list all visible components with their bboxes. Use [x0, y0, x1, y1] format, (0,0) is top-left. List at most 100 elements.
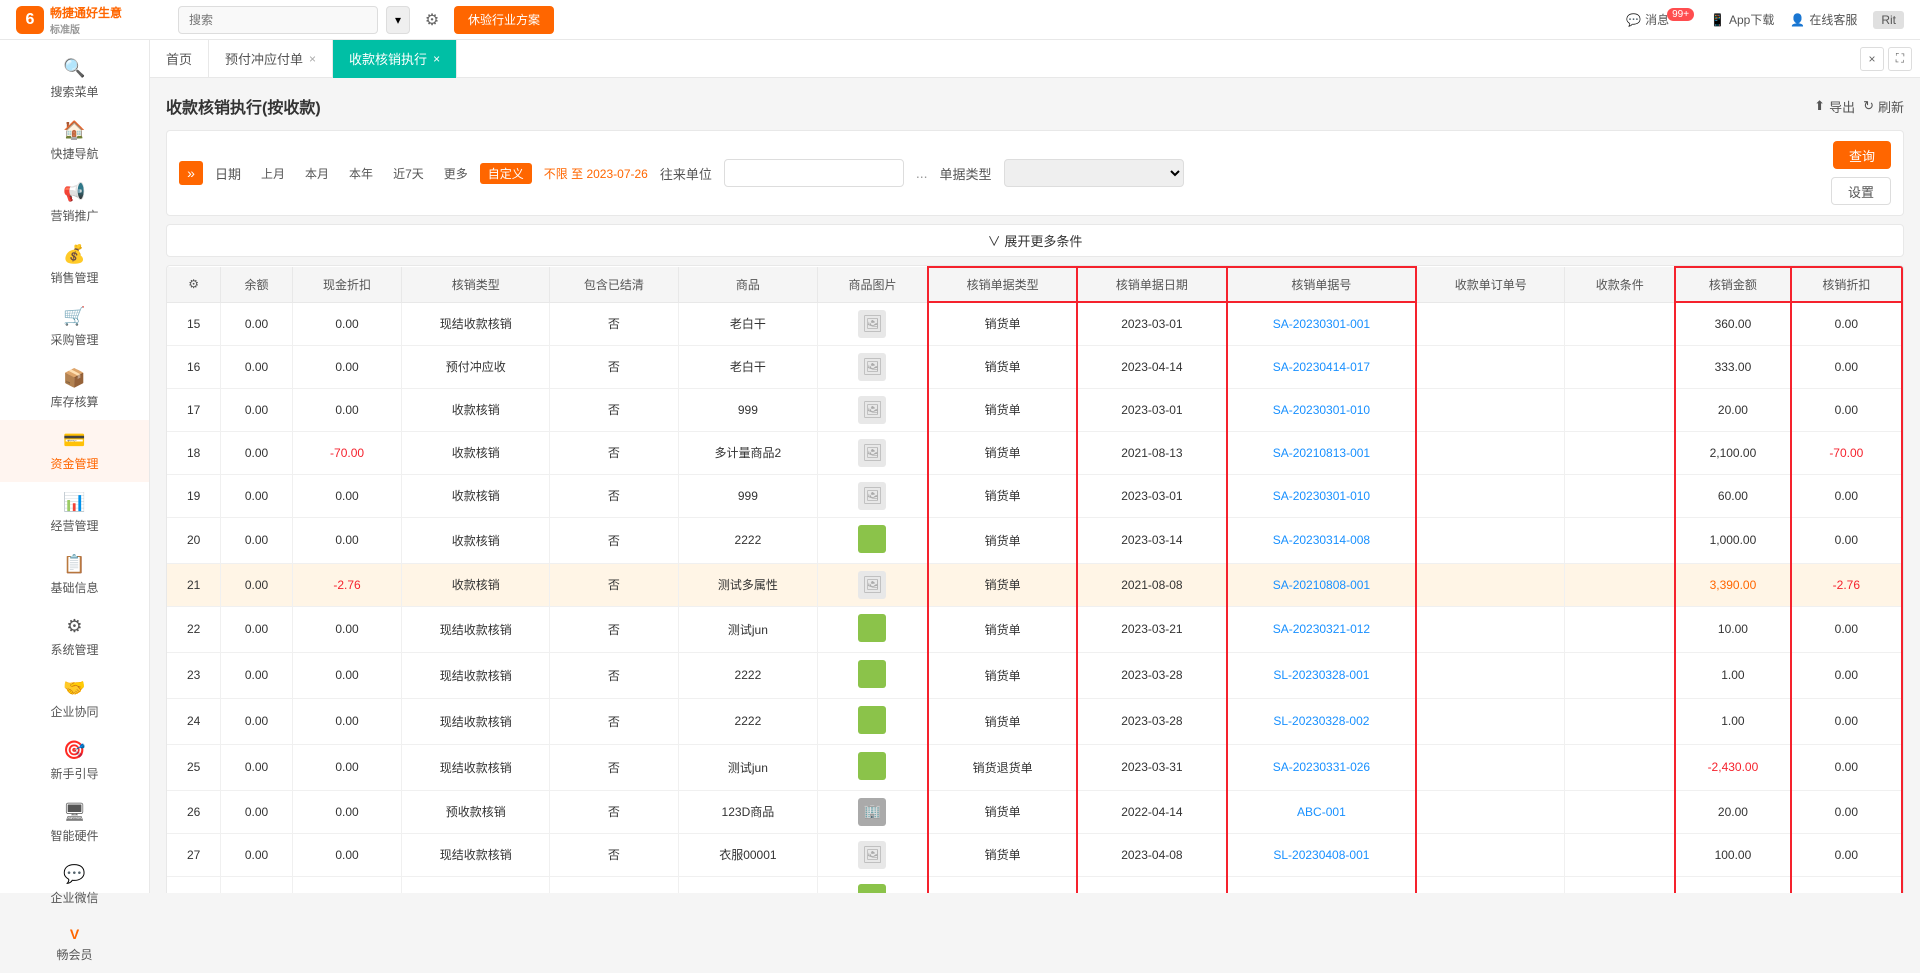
table-cell: 0.00: [221, 790, 292, 833]
app-download-btn[interactable]: 📱 App下载: [1710, 11, 1774, 28]
bill-no-cell[interactable]: SL-20230328-002: [1227, 698, 1417, 744]
bill-no-cell[interactable]: SA-20230331-026: [1227, 744, 1417, 790]
bill-no-link[interactable]: SL-20230328-002: [1273, 714, 1369, 728]
col-amount: 核销金额: [1675, 267, 1791, 302]
receipt-type-select[interactable]: [1004, 159, 1184, 187]
industry-btn[interactable]: 休验行业方案: [454, 6, 554, 34]
bill-no-link[interactable]: SA-20230301-010: [1273, 403, 1370, 417]
table-cell: [1416, 833, 1565, 876]
sidebar-item-collab[interactable]: 🤝 企业协同: [0, 668, 149, 730]
sidebar-item-system[interactable]: ⚙ 系统管理: [0, 606, 149, 668]
counter-unit-input[interactable]: [724, 159, 904, 187]
sidebar-item-operation[interactable]: 📊 经营管理: [0, 482, 149, 544]
table-cell: [1565, 790, 1675, 833]
sidebar-item-marketing[interactable]: 📢 营销推广: [0, 172, 149, 234]
user-name[interactable]: Rit: [1873, 11, 1904, 29]
bill-no-cell[interactable]: SA-20230301-001: [1227, 302, 1417, 345]
dropdown-btn[interactable]: ▾: [386, 6, 410, 34]
table-cell: 0.00: [221, 606, 292, 652]
col-settings[interactable]: ⚙: [167, 267, 221, 302]
bill-no-link[interactable]: SA-20230414-017: [1273, 360, 1370, 374]
bill-no-link[interactable]: ABC-001: [1297, 805, 1346, 819]
sidebar-item-purchase[interactable]: 🛒 采购管理: [0, 296, 149, 358]
sidebar-item-hardware[interactable]: 🖥 智能硬件: [0, 792, 149, 854]
expand-more-bar[interactable]: ∨ 展开更多条件: [166, 224, 1904, 257]
bill-no-cell[interactable]: SA-20230301-010: [1227, 474, 1417, 517]
bill-no-link[interactable]: SA-20230301-010: [1273, 489, 1370, 503]
bill-no-link[interactable]: SL-20230328-001: [1273, 668, 1369, 682]
bill-no-link[interactable]: SA-20230321-012: [1273, 622, 1370, 636]
tab-prepay-close[interactable]: ×: [309, 52, 316, 66]
bill-no-link[interactable]: SA-20230314-008: [1273, 533, 1370, 547]
bill-no-cell[interactable]: SL-20230418-001: [1227, 876, 1417, 893]
sidebar-item-wechat[interactable]: 💬 企业微信: [0, 854, 149, 916]
bill-no-link[interactable]: SA-20230331-026: [1273, 760, 1370, 774]
tab-prepay[interactable]: 预付冲应付单 ×: [209, 40, 333, 78]
bill-no-cell[interactable]: SA-20230414-017: [1227, 345, 1417, 388]
table-cell: [1565, 517, 1675, 563]
table-cell: [1565, 876, 1675, 893]
bill-no-link[interactable]: SA-20230301-001: [1273, 317, 1370, 331]
tab-receipt[interactable]: 收款核销执行 ×: [333, 40, 457, 78]
sidebar-item-finance[interactable]: 💳 资金管理: [0, 420, 149, 482]
table-cell: 否: [550, 517, 679, 563]
date-btn-7days[interactable]: 近7天: [385, 163, 432, 184]
amount-cell: 1,000.00: [1675, 517, 1791, 563]
tab-home[interactable]: 首页: [150, 40, 209, 78]
bill-no-link[interactable]: SA-20210813-001: [1273, 446, 1370, 460]
sidebar-item-guide[interactable]: 🎯 新手引导: [0, 730, 149, 792]
bill-no-cell[interactable]: ABC-001: [1227, 790, 1417, 833]
table-row: 150.000.00现结收款核销否老白干🖼销货单2023-03-01SA-202…: [167, 302, 1902, 345]
bill-no-cell[interactable]: SA-20230314-008: [1227, 517, 1417, 563]
dots-icon[interactable]: ...: [916, 165, 928, 181]
tab-close-btn[interactable]: ×: [1860, 47, 1884, 71]
table-cell: 23: [167, 652, 221, 698]
sidebar-item-member[interactable]: V 畅会员: [0, 916, 149, 973]
refresh-btn[interactable]: ↻ 刷新: [1863, 97, 1904, 116]
bill-no-cell[interactable]: SL-20230408-001: [1227, 833, 1417, 876]
bill-no-cell[interactable]: SA-20230301-010: [1227, 388, 1417, 431]
gear-icon[interactable]: ⚙: [418, 6, 446, 34]
bill-no-cell[interactable]: SA-20230321-012: [1227, 606, 1417, 652]
tab-receipt-close[interactable]: ×: [433, 52, 440, 66]
discount-cell: 0.00: [1791, 606, 1902, 652]
filter-expand-btn[interactable]: »: [179, 161, 203, 185]
online-service-btn[interactable]: 👤 在线客服: [1790, 11, 1857, 28]
bill-no-link[interactable]: SA-20210808-001: [1273, 578, 1370, 592]
date-btn-custom[interactable]: 自定义: [480, 163, 532, 184]
sidebar-item-nav[interactable]: 🏠 快捷导航: [0, 110, 149, 172]
sidebar-item-search[interactable]: 🔍 搜索菜单: [0, 48, 149, 110]
tab-expand-btn[interactable]: ⛶: [1888, 47, 1912, 71]
sidebar-item-sales[interactable]: 💰 销售管理: [0, 234, 149, 296]
goods-img-cell: [818, 517, 928, 563]
sidebar-item-basic[interactable]: 📋 基础信息: [0, 544, 149, 606]
settings-btn[interactable]: 设置: [1831, 177, 1891, 205]
table-cell: 0.00: [221, 345, 292, 388]
query-btn[interactable]: 查询: [1833, 141, 1891, 169]
bill-no-cell[interactable]: SA-20210813-001: [1227, 431, 1417, 474]
message-btn[interactable]: 💬 消息 99+: [1626, 11, 1694, 28]
table-cell: 收款核销: [402, 431, 550, 474]
bill-no-cell[interactable]: SA-20210808-001: [1227, 563, 1417, 606]
discount-cell: 0.00: [1791, 474, 1902, 517]
refresh-icon: ↻: [1863, 98, 1874, 114]
finance-icon: 💳: [63, 430, 85, 451]
bill-no-cell[interactable]: SL-20230328-001: [1227, 652, 1417, 698]
date-label: 日期: [215, 164, 241, 183]
search-input[interactable]: [178, 6, 378, 34]
table-cell: 0.00: [292, 474, 402, 517]
sidebar-item-inventory[interactable]: 📦 库存核算: [0, 358, 149, 420]
export-label: 导出: [1829, 97, 1855, 116]
table-cell: [1565, 606, 1675, 652]
table-cell: [1416, 431, 1565, 474]
date-btn-prev-month[interactable]: 上月: [253, 163, 293, 184]
date-btn-more[interactable]: 更多: [436, 163, 476, 184]
bill-no-link[interactable]: SL-20230408-001: [1273, 848, 1369, 862]
table-cell: [1416, 606, 1565, 652]
goods-img-cell: 🖼: [818, 388, 928, 431]
export-btn[interactable]: ⬆ 导出: [1814, 97, 1855, 116]
date-btn-this-year[interactable]: 本年: [341, 163, 381, 184]
table-cell: [1565, 302, 1675, 345]
date-btn-this-month[interactable]: 本月: [297, 163, 337, 184]
amount-cell: 60.00: [1675, 474, 1791, 517]
